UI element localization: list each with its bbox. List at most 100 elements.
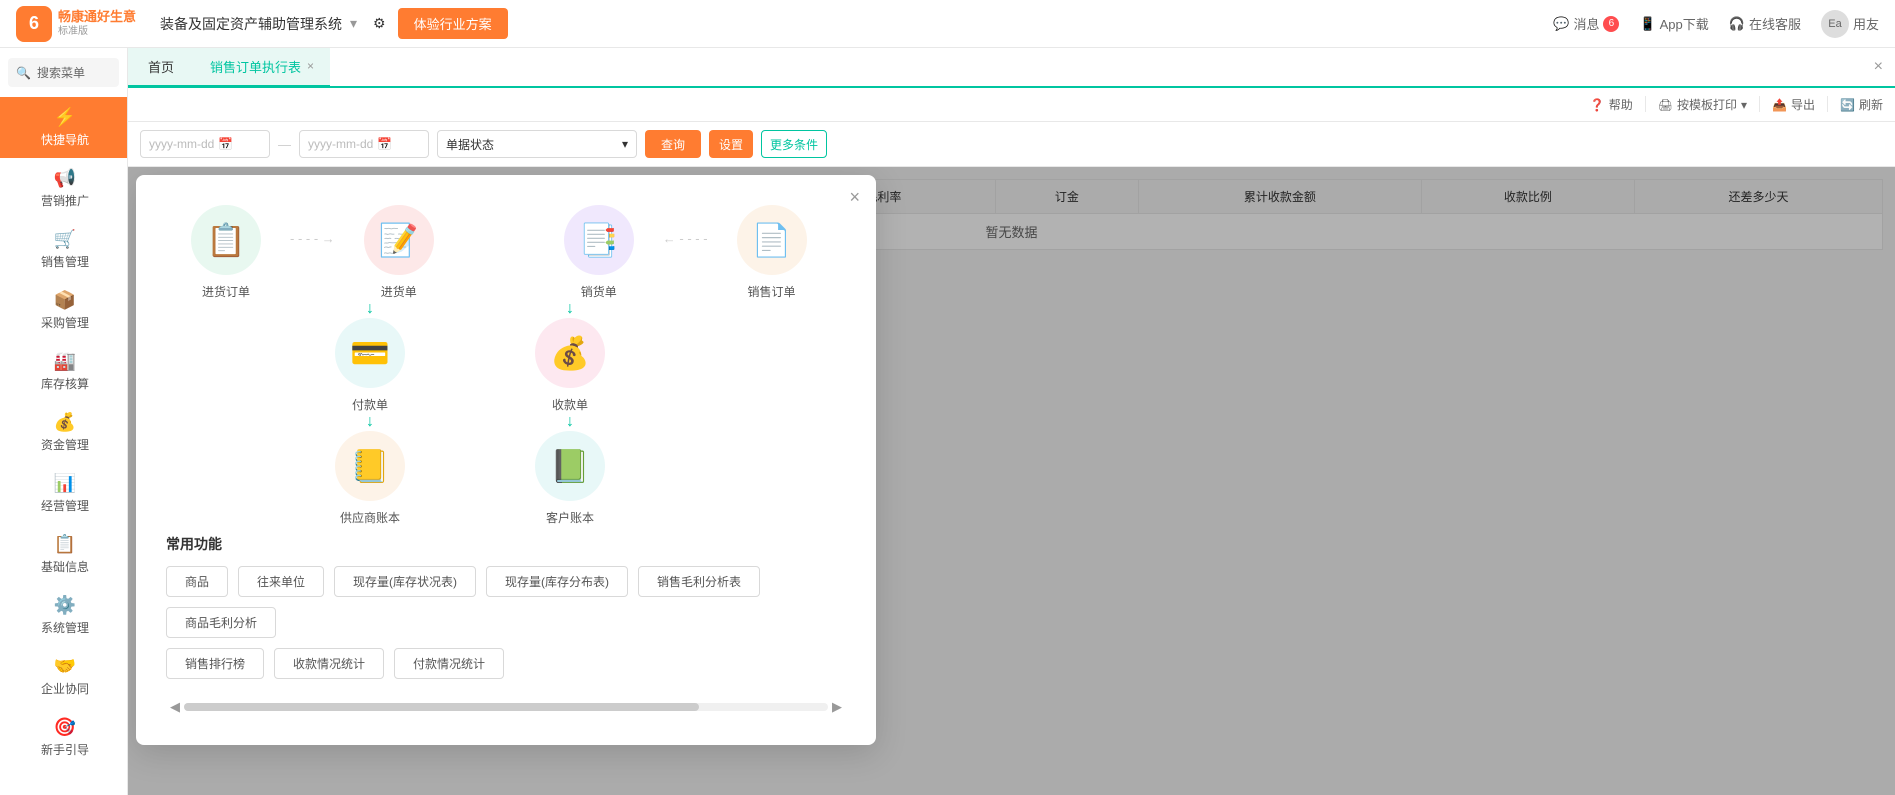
func-btn-receipt-stats[interactable]: 收款情况统计 — [274, 648, 384, 679]
sidebar-item-sales[interactable]: 🛒 销售管理 — [0, 219, 127, 280]
export-icon: 📤 — [1772, 98, 1787, 112]
func-btn-product[interactable]: 商品 — [166, 566, 228, 597]
page-content: 品 商品 金额 预估毛利 预估毛利率 订金 累计收款金额 收款比例 还差多少天 — [128, 167, 1895, 795]
common-functions: 常用功能 商品 往来单位 现存量(库存状况表) 现存量(库存分布表) 销售毛利分… — [166, 534, 846, 679]
purchase-receipt-node[interactable]: 📝 进货单 — [339, 205, 459, 300]
settings-filter-button[interactable]: 设置 — [709, 130, 753, 158]
sales-order-node[interactable]: 📄 销售订单 — [712, 205, 832, 300]
sales-receipt-label: 销货单 — [581, 283, 617, 300]
modal-scrollbar: ◀ ▶ — [166, 699, 846, 715]
func-btn-product-profit[interactable]: 商品毛利分析 — [166, 607, 276, 638]
filter-bar: yyyy-mm-dd 📅 — yyyy-mm-dd 📅 单据状态 ▾ 查询 设置… — [128, 122, 1895, 167]
func-btn-contacts[interactable]: 往来单位 — [238, 566, 324, 597]
sidebar-item-purchase[interactable]: 📦 采购管理 — [0, 280, 127, 341]
customer-ledger-node[interactable]: 📗 客户账本 — [510, 431, 630, 526]
logo-icon: 6 — [16, 6, 52, 42]
payment-voucher-node[interactable]: 💳 付款单 — [310, 318, 430, 413]
date-end-input[interactable]: yyyy-mm-dd 📅 — [299, 130, 429, 158]
modal-close-button[interactable]: × — [849, 187, 860, 208]
sales-icon: 🛒 — [54, 229, 76, 250]
dropdown-arrow-icon[interactable]: ▾ — [350, 15, 357, 32]
sales-order-label: 销售订单 — [748, 283, 796, 300]
down-arrow-payment: ↓ — [366, 413, 374, 431]
refresh-icon: 🔄 — [1840, 98, 1855, 112]
close-all-tabs-button[interactable]: × — [1862, 48, 1895, 87]
search-button[interactable]: 查询 — [645, 130, 701, 158]
sidebar-item-operations[interactable]: 📊 经营管理 — [0, 463, 127, 524]
sidebar-item-basic-info[interactable]: 📋 基础信息 — [0, 524, 127, 585]
toolbar: ❓ 帮助 🖨 按模板打印 ▾ 📤 导出 — [128, 88, 1895, 122]
online-service-item[interactable]: 🎧 在线客服 — [1729, 14, 1801, 33]
payment-voucher-circle: 💳 — [335, 318, 405, 388]
tab-close-icon[interactable]: × — [307, 59, 314, 73]
flow-row-1: 📋 进货订单 - - - - → 📝 进货单 — [166, 205, 846, 300]
help-icon: ❓ — [1590, 98, 1605, 112]
app-download-icon: 📱 — [1639, 16, 1655, 32]
trial-button[interactable]: 体验行业方案 — [398, 8, 508, 39]
user-item[interactable]: Ea 用友 — [1821, 10, 1879, 38]
down-arrow-receipt: ↓ — [566, 413, 574, 431]
scrollbar-thumb[interactable] — [184, 703, 699, 711]
func-btn-stock-dist[interactable]: 现存量(库存分布表) — [486, 566, 628, 597]
date-start-input[interactable]: yyyy-mm-dd 📅 — [140, 130, 270, 158]
app-container: 6 畅康通好生意 标准版 装备及固定资产辅助管理系统 ▾ ⚙ 体验行业方案 💬 … — [0, 0, 1895, 795]
toolbar-separator — [1645, 96, 1646, 112]
sidebar-item-inventory[interactable]: 🏭 库存核算 — [0, 341, 127, 402]
quick-nav-icon: ⚡ — [54, 107, 76, 128]
down-arrow-purchase: ↓ — [366, 300, 374, 318]
receipt-voucher-label: 收款单 — [552, 396, 588, 413]
sales-order-circle: 📄 — [737, 205, 807, 275]
sidebar-search: 🔍 搜索菜单 — [0, 48, 127, 97]
help-button[interactable]: ❓ 帮助 — [1590, 96, 1633, 113]
supplier-ledger-node[interactable]: 📒 供应商账本 — [310, 431, 430, 526]
flow-diagram: 📋 进货订单 - - - - → 📝 进货单 — [166, 205, 846, 526]
finance-icon: 💰 — [54, 412, 76, 433]
tab-sales-order[interactable]: 销售订单执行表 × — [194, 48, 330, 87]
supplier-ledger-label: 供应商账本 — [340, 509, 400, 526]
order-status-select[interactable]: 单据状态 ▾ — [437, 130, 637, 158]
sidebar-item-finance[interactable]: 💰 资金管理 — [0, 402, 127, 463]
basic-info-icon: 📋 — [54, 534, 76, 555]
common-functions-title: 常用功能 — [166, 534, 846, 554]
select-arrow-icon: ▾ — [622, 137, 628, 151]
quick-nav-modal: × 📋 进货订单 — [136, 175, 876, 745]
func-btn-stock-status[interactable]: 现存量(库存状况表) — [334, 566, 476, 597]
calendar-icon-2: 📅 — [377, 137, 392, 151]
purchase-order-label: 进货订单 — [202, 283, 250, 300]
more-conditions-button[interactable]: 更多条件 — [761, 130, 827, 158]
sidebar-item-system[interactable]: ⚙️ 系统管理 — [0, 585, 127, 646]
func-btn-sales-profit[interactable]: 销售毛利分析表 — [638, 566, 760, 597]
flow-row-3: 📒 供应商账本 📗 客户账本 — [166, 431, 846, 526]
scrollbar-track[interactable] — [184, 703, 828, 711]
scrollbar-right-arrow[interactable]: ▶ — [828, 699, 846, 715]
receipt-voucher-node[interactable]: 💰 收款单 — [510, 318, 630, 413]
receipt-voucher-circle: 💰 — [535, 318, 605, 388]
template-print-button[interactable]: 🖨 按模板打印 ▾ — [1658, 96, 1747, 113]
sidebar-item-enterprise[interactable]: 🤝 企业协同 — [0, 646, 127, 707]
scrollbar-left-arrow[interactable]: ◀ — [166, 699, 184, 715]
search-icon: 🔍 — [16, 66, 31, 80]
refresh-button[interactable]: 🔄 刷新 — [1840, 96, 1883, 113]
settings-icon[interactable]: ⚙ — [373, 15, 386, 32]
customer-ledger-label: 客户账本 — [546, 509, 594, 526]
purchase-order-circle: 📋 — [191, 205, 261, 275]
sidebar-item-beginner[interactable]: 🎯 新手引导 — [0, 707, 127, 768]
sidebar-item-quick-nav[interactable]: ⚡ 快捷导航 — [0, 97, 127, 158]
export-button[interactable]: 📤 导出 — [1772, 96, 1815, 113]
function-buttons-row-1: 商品 往来单位 现存量(库存状况表) 现存量(库存分布表) 销售毛利分析表 商品… — [166, 566, 846, 638]
content-area: 首页 销售订单执行表 × × ❓ 帮助 🖨 — [128, 48, 1895, 795]
purchase-order-node[interactable]: 📋 进货订单 — [166, 205, 286, 300]
app-download-item[interactable]: 📱 App下载 — [1639, 14, 1708, 33]
message-item[interactable]: 💬 消息 6 — [1553, 14, 1619, 33]
sales-receipt-node[interactable]: 📑 销货单 — [539, 205, 659, 300]
flow-arrows-row: ↓ ↓ — [166, 300, 846, 318]
tab-home[interactable]: 首页 — [128, 48, 194, 87]
supplier-ledger-circle: 📒 — [335, 431, 405, 501]
arrow-left-1: ← - - - - — [659, 231, 712, 274]
search-menu-button[interactable]: 🔍 搜索菜单 — [8, 58, 119, 87]
func-btn-sales-ranking[interactable]: 销售排行榜 — [166, 648, 264, 679]
calendar-icon: 📅 — [218, 137, 233, 151]
func-btn-payment-stats[interactable]: 付款情况统计 — [394, 648, 504, 679]
sidebar-item-marketing[interactable]: 📢 营销推广 — [0, 158, 127, 219]
logo-text: 畅康通好生意 标准版 — [58, 9, 136, 39]
